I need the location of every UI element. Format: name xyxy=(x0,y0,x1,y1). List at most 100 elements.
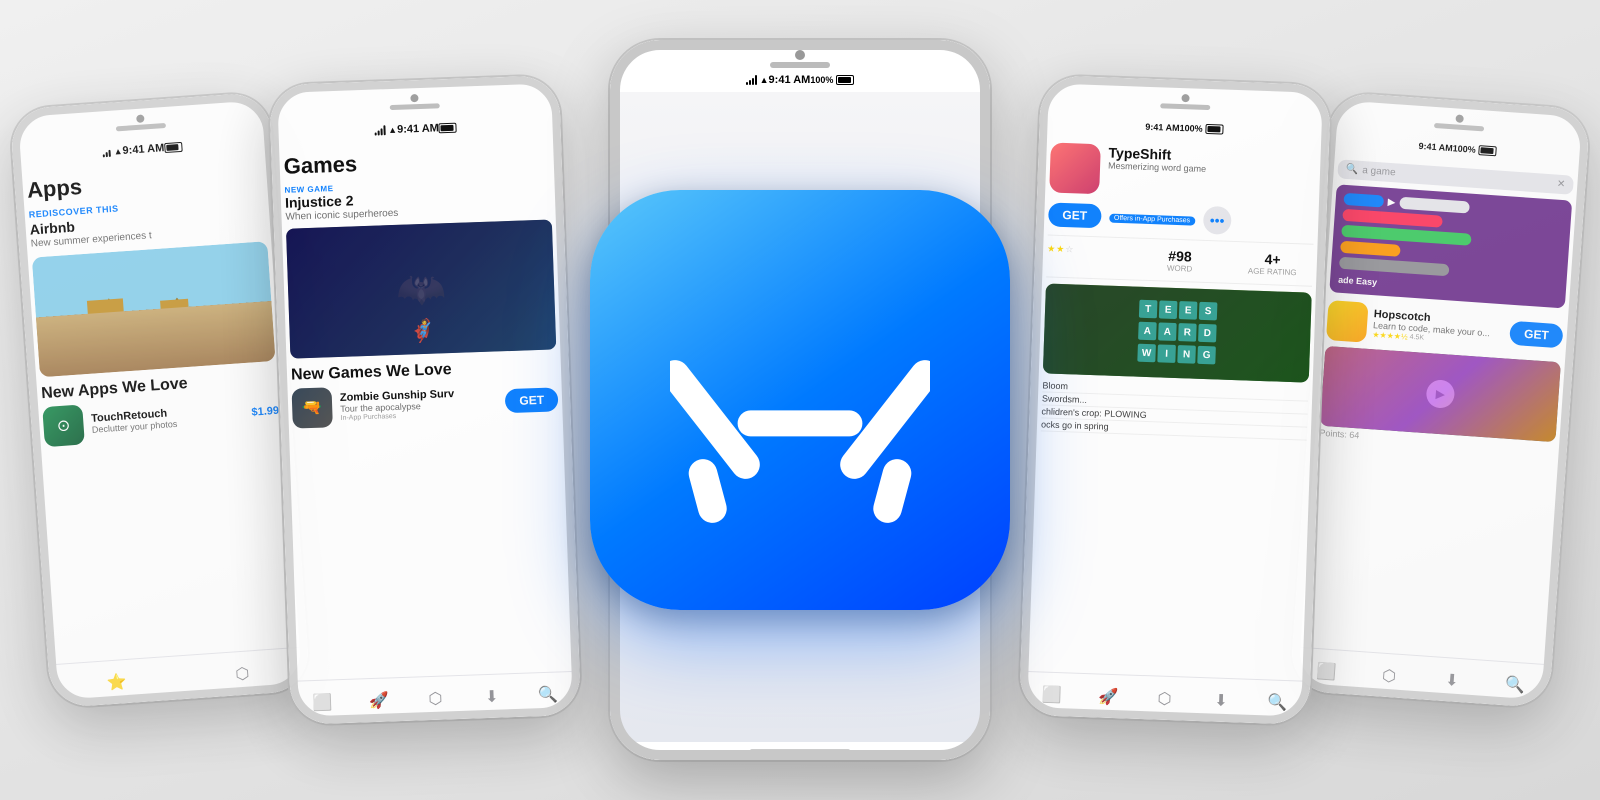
age-item: 4+ Age Rating xyxy=(1232,250,1313,278)
screen-content-right1: TypeShift Mesmerizing word game GET Offe… xyxy=(1029,134,1329,449)
typeshift-get-btn[interactable]: GET xyxy=(1048,202,1101,228)
status-right-right1: 100% xyxy=(1179,123,1223,135)
tab-r1-icon3: ⬡ xyxy=(1157,688,1172,708)
tab-bar-left1: ⬜ 🚀 ⬡ ⬇ 🔍 xyxy=(290,671,581,725)
time-left2: 9:41 AM xyxy=(122,142,165,157)
home-indicator xyxy=(610,742,990,760)
status-right-right2: 100% xyxy=(1452,143,1497,156)
tab-search-l1[interactable]: 🔍 xyxy=(520,683,577,705)
status-left-center: ▲ xyxy=(746,75,769,85)
word-letters: T E E S A A R D xyxy=(1133,296,1221,371)
tab-r2-4[interactable]: 🔍 xyxy=(1483,672,1547,696)
zombie-info: Zombie Gunship Surv Tour the apocalypse … xyxy=(340,386,498,421)
more-btn[interactable]: ••• xyxy=(1203,206,1232,235)
bar-gray xyxy=(1339,257,1450,277)
tab-r1-5[interactable]: 🔍 xyxy=(1249,691,1306,713)
bar-orange xyxy=(1340,241,1401,257)
camera-dot-right2 xyxy=(1455,114,1464,123)
speaker-right1 xyxy=(1160,103,1210,110)
screen-right1: TypeShift Mesmerizing word game GET Offe… xyxy=(1020,134,1329,681)
scroll-list: Bloom Swordsm... chlidren's crop: PLOWIN… xyxy=(1041,379,1309,440)
phone-top-left1: ▲ 9:41 AM xyxy=(269,75,561,146)
tab-featured-l1[interactable]: ⬜ xyxy=(294,691,351,713)
bar-light xyxy=(1399,197,1470,214)
signal-icon-left2 xyxy=(102,147,111,158)
typeshift-header: TypeShift Mesmerizing word game xyxy=(1049,143,1317,202)
tab-r1-icon2: 🚀 xyxy=(1098,686,1119,707)
phone-right1: 9:41 AM 100% TypeShift Mesmerizing word … xyxy=(1019,75,1331,725)
tab-r2-icon4: 🔍 xyxy=(1504,674,1525,695)
tab-r1-icon1: ⬜ xyxy=(1042,684,1063,705)
camera-dot-left1 xyxy=(410,94,418,102)
ratings-row: ★ ★ ☆ #98 Word 4+ Age Rating xyxy=(1046,234,1313,286)
stars-row: ★ ★ ☆ xyxy=(1047,243,1128,257)
search-icon-right2: 🔍 xyxy=(1345,164,1358,176)
wifi-icon-center: ▲ xyxy=(760,75,769,85)
word-row-2: A A R D xyxy=(1138,322,1217,343)
speaker-left1 xyxy=(390,103,440,110)
tab-r2-icon1: ⬜ xyxy=(1316,661,1337,682)
signal-icon-left1 xyxy=(374,125,385,135)
zombie-icon: 🔫 xyxy=(292,387,333,428)
hopscotch-info: Hopscotch Learn to code, make your o... … xyxy=(1372,308,1505,348)
tab-r2-2[interactable]: ⬡ xyxy=(1357,663,1421,687)
bloom-thumb: T E E S A A R D xyxy=(1043,283,1312,382)
screen-right2: 🔍 a game ✕ ▶ xyxy=(1292,151,1586,665)
tab-featured-left2[interactable]: ⭐ xyxy=(53,668,180,697)
tab-download-l1[interactable]: ⬇ xyxy=(463,685,520,707)
appstore-icon xyxy=(590,190,1010,610)
camera-dot-left2 xyxy=(136,114,145,123)
battery-left1 xyxy=(439,123,457,134)
word-row-3: W I N G xyxy=(1137,344,1216,365)
camera-dot-right1 xyxy=(1181,94,1189,102)
tab-layers-icon-l1: ⬡ xyxy=(428,688,443,708)
tab-r1-3[interactable]: ⬡ xyxy=(1136,687,1193,709)
bar-blue xyxy=(1343,193,1384,208)
phones-container: ▲ 9:41 AM Apps REDISCOVER THIS Airbnb Ne… xyxy=(0,0,1600,800)
tab-rocket-l1[interactable]: 🚀 xyxy=(351,689,408,711)
word-row-1: T E E S xyxy=(1139,300,1218,321)
typeshift-info: TypeShift Mesmerizing word game xyxy=(1108,145,1317,178)
battery-pct-center: 100% xyxy=(810,75,833,85)
stars-item: ★ ★ ☆ xyxy=(1047,243,1128,271)
camera-center xyxy=(795,50,805,60)
tab-r1-4[interactable]: ⬇ xyxy=(1192,689,1249,711)
screen-content-left1: Games NEW GAME Injustice 2 When iconic s… xyxy=(271,136,571,445)
battery-center xyxy=(836,75,854,85)
status-row-left1: ▲ 9:41 AM xyxy=(360,115,471,139)
typeshift-actions: GET Offers in-App Purchases ••• xyxy=(1048,200,1315,237)
colorful-bars: ▶ ade Easy xyxy=(1329,184,1572,308)
status-row-left2: ▲ 9:41 AM xyxy=(88,134,197,161)
battery-pct-right1: 100% xyxy=(1179,123,1202,134)
touchretouch-price[interactable]: $1.99 xyxy=(251,405,279,419)
status-right-left1 xyxy=(439,123,457,134)
phone-top-center: ▲ 9:41 AM 100% xyxy=(610,40,990,92)
wifi-icon-left1: ▲ xyxy=(388,125,397,135)
tab-r2-3[interactable]: ⬇ xyxy=(1420,668,1484,692)
time-right2: 9:41 AM xyxy=(1418,141,1453,153)
signal-icon-center xyxy=(746,75,757,85)
phone-top-right1: 9:41 AM 100% xyxy=(1039,75,1331,144)
zombie-get-btn[interactable]: GET xyxy=(505,387,558,413)
status-left-right2: 9:41 AM xyxy=(1418,141,1453,153)
appstore-icon-wrapper xyxy=(590,190,1010,610)
tab-featured-icon: ⭐ xyxy=(106,672,127,693)
home-bar xyxy=(750,749,850,753)
phone-right2: 9:41 AM 100% 🔍 a game ✕ xyxy=(1289,92,1590,709)
appstore-logo-svg xyxy=(670,270,930,530)
hopscotch-get-btn[interactable]: GET xyxy=(1509,321,1563,349)
zombie-row: 🔫 Zombie Gunship Surv Tour the apocalyps… xyxy=(292,379,559,428)
tab-r2-icon3: ⬇ xyxy=(1445,670,1460,691)
touchretouch-info: TouchRetouch Declutter your photos xyxy=(91,402,245,435)
hopscotch-count: 4.5K xyxy=(1409,333,1424,341)
tab-r1-2[interactable]: 🚀 xyxy=(1080,685,1137,707)
typeshift-icon xyxy=(1049,143,1101,195)
status-row-right1: 9:41 AM 100% xyxy=(1131,115,1238,137)
tab-r1-1[interactable]: ⬜ xyxy=(1023,683,1080,705)
tab-layers-left2[interactable]: ⬡ xyxy=(179,659,306,688)
time-center: 9:41 AM xyxy=(769,74,811,86)
status-right-left2 xyxy=(164,142,183,153)
tab-layers-l1[interactable]: ⬡ xyxy=(407,687,464,709)
status-row-right2: 9:41 AM 100% xyxy=(1404,134,1511,159)
rank-item: #98 Word xyxy=(1139,247,1220,275)
